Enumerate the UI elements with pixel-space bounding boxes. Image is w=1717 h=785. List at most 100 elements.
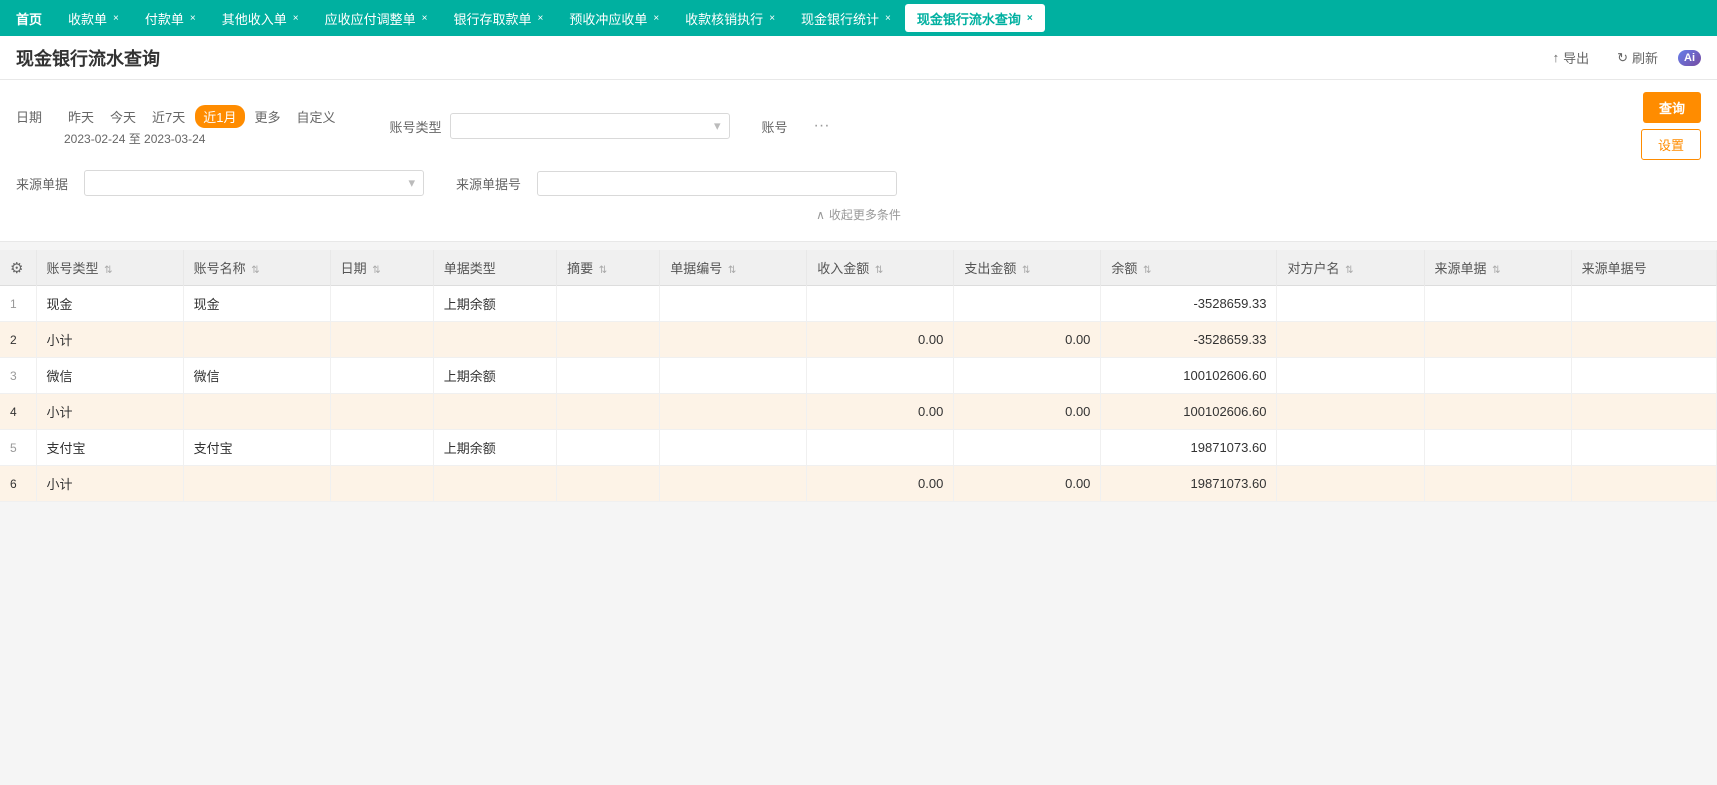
- income-cell: 0.00: [807, 322, 954, 358]
- date-range-display: 2023-02-24 至 2023-03-24: [64, 132, 205, 146]
- nav-tab-arap-adjust-close[interactable]: ×: [422, 13, 428, 24]
- nav-home[interactable]: 首页: [4, 4, 54, 32]
- balance-cell: -3528659.33: [1101, 322, 1277, 358]
- date-label: 日期: [16, 107, 56, 126]
- col-balance[interactable]: 余额 ⇅: [1101, 250, 1277, 286]
- doc-no-cell: [660, 286, 807, 322]
- collapse-label: 收起更多条件: [829, 206, 901, 223]
- account-type-cell: 微信: [36, 358, 183, 394]
- nav-tab-verify[interactable]: 收款核销执行 ×: [673, 4, 787, 32]
- nav-tab-receipts[interactable]: 收款单 ×: [56, 4, 131, 32]
- nav-tab-flow-close[interactable]: ×: [1027, 13, 1033, 24]
- doc-no-cell: [660, 394, 807, 430]
- doc-type-cell: [433, 466, 556, 502]
- source-doc-cell: [1424, 394, 1571, 430]
- nav-tab-payments[interactable]: 付款单 ×: [133, 4, 208, 32]
- nav-tab-verify-close[interactable]: ×: [769, 13, 775, 24]
- nav-tab-other-income[interactable]: 其他收入单 ×: [210, 4, 311, 32]
- nav-tab-bank-deposit[interactable]: 银行存取款单 ×: [441, 4, 555, 32]
- counterparty-cell: [1277, 430, 1424, 466]
- col-account-name[interactable]: 账号名称 ⇅: [183, 250, 330, 286]
- account-type-chevron-icon: ▾: [714, 118, 721, 134]
- col-source-doc-no[interactable]: 来源单据号: [1571, 250, 1716, 286]
- filter-row-date: 日期 昨天 今天 近7天 近1月 更多 自定义 2023-02-24 至 202…: [16, 92, 1701, 160]
- col-counterparty[interactable]: 对方户名 ⇅: [1277, 250, 1424, 286]
- col-date[interactable]: 日期 ⇅: [330, 250, 433, 286]
- col-summary[interactable]: 摘要 ⇅: [557, 250, 660, 286]
- nav-tab-advance-close[interactable]: ×: [653, 13, 659, 24]
- date-1month[interactable]: 近1月: [195, 105, 244, 128]
- doc-no-cell: [660, 430, 807, 466]
- nav-tab-receipts-close[interactable]: ×: [113, 13, 119, 24]
- nav-tab-flow[interactable]: 现金银行流水查询 ×: [905, 4, 1045, 32]
- row-num: 2: [0, 322, 36, 358]
- nav-tab-arap-adjust[interactable]: 应收应付调整单 ×: [313, 4, 440, 32]
- date-7days[interactable]: 近7天: [146, 105, 191, 128]
- income-cell: [807, 286, 954, 322]
- col-account-type[interactable]: 账号类型 ⇅: [36, 250, 183, 286]
- source-doc-cell: [1424, 430, 1571, 466]
- source-doc-chevron-icon: ▾: [408, 175, 415, 191]
- nav-tab-payments-close[interactable]: ×: [190, 13, 196, 24]
- date-more[interactable]: 更多: [249, 105, 287, 128]
- nav-tab-other-income-close[interactable]: ×: [293, 13, 299, 24]
- nav-tab-stats[interactable]: 现金银行统计 ×: [789, 4, 903, 32]
- source-doc-no-cell: [1571, 286, 1716, 322]
- account-type-cell: 小计: [36, 394, 183, 430]
- nav-home-label: 首页: [16, 9, 42, 28]
- account-type-label: 账号类型: [390, 117, 442, 136]
- export-button[interactable]: ↑ 导出: [1545, 44, 1598, 71]
- table-row: 3微信微信上期余额100102606.60: [0, 358, 1717, 394]
- refresh-label: 刷新: [1632, 48, 1658, 67]
- doc-type-cell: [433, 322, 556, 358]
- account-type-select[interactable]: ▾: [450, 113, 730, 139]
- nav-tab-payments-label: 付款单: [145, 9, 184, 28]
- income-cell: [807, 430, 954, 466]
- account-name-cell: 支付宝: [183, 430, 330, 466]
- nav-tab-flow-label: 现金银行流水查询: [917, 9, 1021, 28]
- row-num: 1: [0, 286, 36, 322]
- doc-no-cell: [660, 466, 807, 502]
- table-settings-icon[interactable]: ⚙: [10, 260, 23, 277]
- nav-tab-bank-deposit-close[interactable]: ×: [537, 13, 543, 24]
- date-cell: [330, 286, 433, 322]
- account-name-cell: [183, 466, 330, 502]
- table-row: 4小计0.000.00100102606.60: [0, 394, 1717, 430]
- nav-tab-advance-label: 预收冲应收单: [569, 9, 647, 28]
- query-button[interactable]: 查询: [1643, 92, 1701, 123]
- col-source-doc[interactable]: 来源单据 ⇅: [1424, 250, 1571, 286]
- counterparty-cell: [1277, 466, 1424, 502]
- account-dots[interactable]: ···: [810, 117, 834, 135]
- col-doc-type[interactable]: 单据类型: [433, 250, 556, 286]
- table-row: 5支付宝支付宝上期余额19871073.60: [0, 430, 1717, 466]
- source-doc-select[interactable]: ▾: [84, 170, 424, 196]
- col-expense[interactable]: 支出金额 ⇅: [954, 250, 1101, 286]
- table-row: 6小计0.000.0019871073.60: [0, 466, 1717, 502]
- source-doc-no-input[interactable]: [537, 171, 897, 196]
- table-header-row: ⚙ 账号类型 ⇅ 账号名称 ⇅ 日期 ⇅ 单据类型 摘要 ⇅ 单据编号 ⇅ 收入…: [0, 250, 1717, 286]
- summary-cell: [557, 430, 660, 466]
- row-num: 5: [0, 430, 36, 466]
- source-doc-no-cell: [1571, 358, 1716, 394]
- col-income[interactable]: 收入金额 ⇅: [807, 250, 954, 286]
- row-num: 4: [0, 394, 36, 430]
- source-doc-no-cell: [1571, 430, 1716, 466]
- nav-tab-stats-close[interactable]: ×: [885, 13, 891, 24]
- date-yesterday[interactable]: 昨天: [62, 105, 100, 128]
- date-custom[interactable]: 自定义: [291, 105, 342, 128]
- nav-tab-advance[interactable]: 预收冲应收单 ×: [557, 4, 671, 32]
- col-doc-no[interactable]: 单据编号 ⇅: [660, 250, 807, 286]
- date-cell: [330, 430, 433, 466]
- date-today[interactable]: 今天: [104, 105, 142, 128]
- ai-badge[interactable]: Ai: [1678, 50, 1701, 66]
- summary-cell: [557, 286, 660, 322]
- date-cell: [330, 466, 433, 502]
- doc-type-cell: 上期余额: [433, 430, 556, 466]
- settings-button[interactable]: 设置: [1641, 129, 1701, 160]
- collapse-button[interactable]: ∧ 收起更多条件: [16, 200, 1701, 229]
- source-doc-no-label: 来源单据号: [456, 174, 521, 193]
- col-settings: ⚙: [0, 250, 36, 286]
- refresh-button[interactable]: ↻ 刷新: [1609, 44, 1666, 71]
- expense-cell: [954, 286, 1101, 322]
- source-doc-no-cell: [1571, 466, 1716, 502]
